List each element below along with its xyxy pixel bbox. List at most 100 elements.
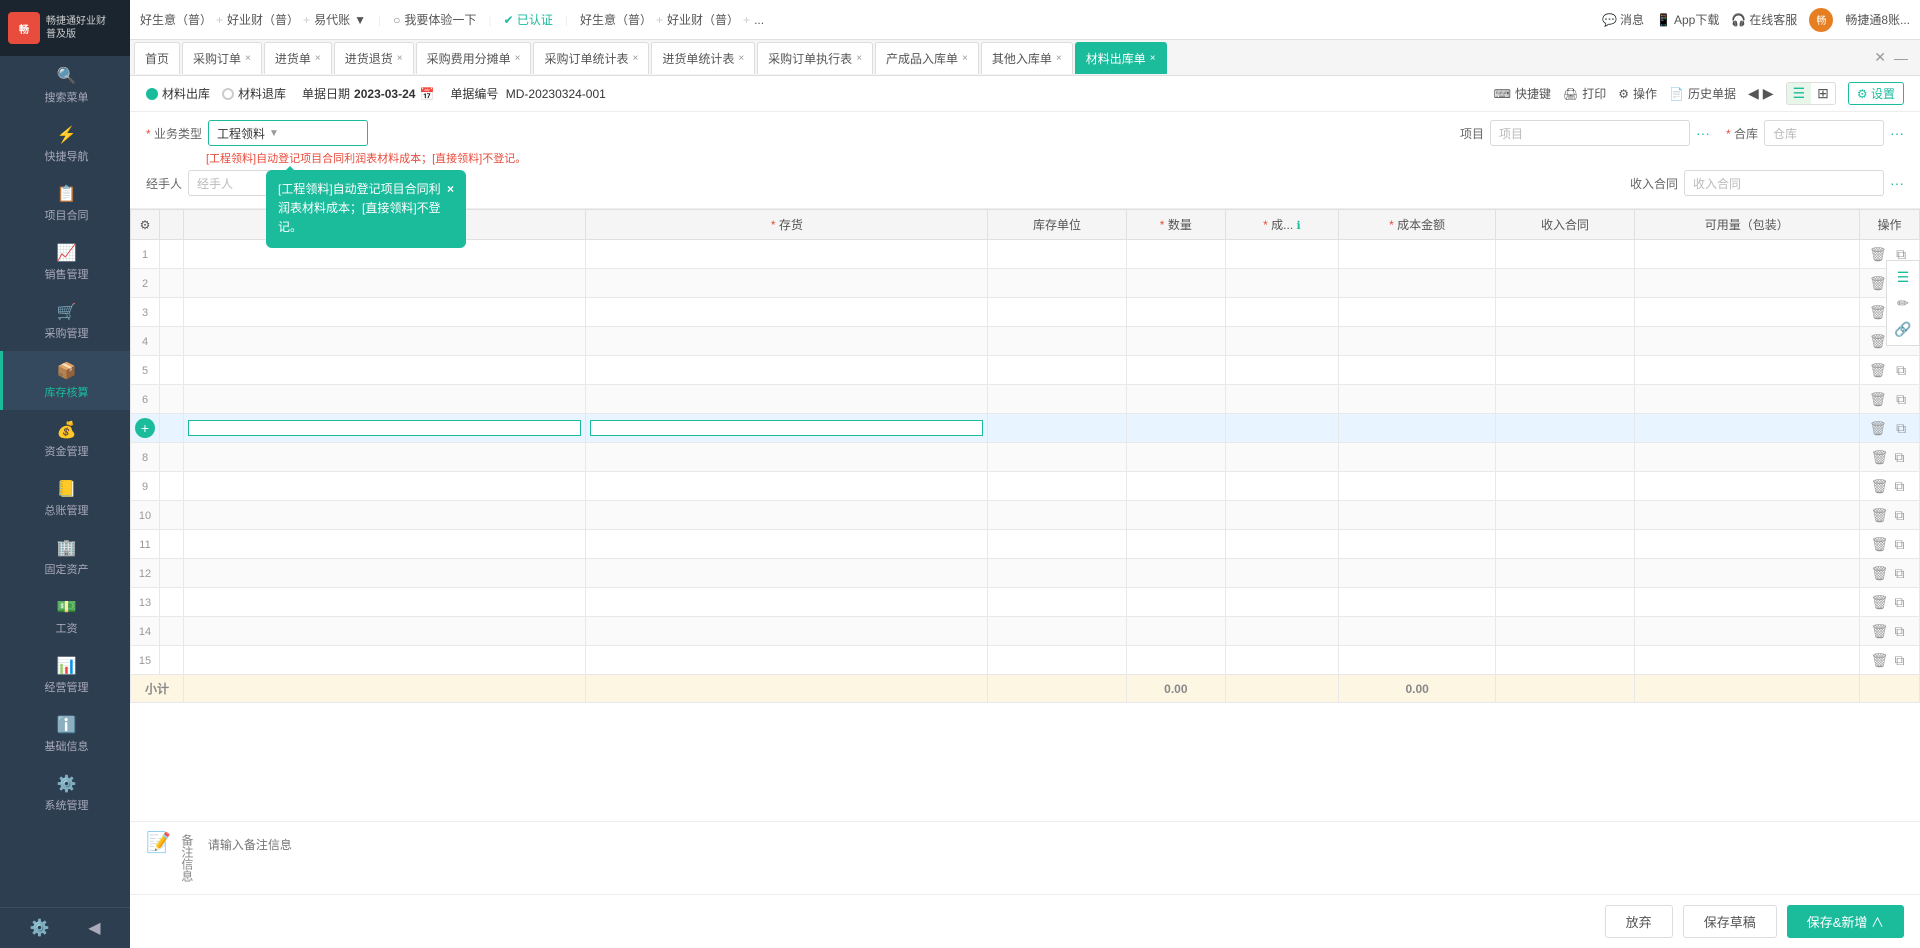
copy-icon[interactable]: ⧉ xyxy=(1890,621,1910,641)
next-arrow[interactable]: ▶ xyxy=(1763,85,1774,102)
topbar-experience[interactable]: 我要体验一下 xyxy=(404,11,476,28)
message-btn[interactable]: 💬 消息 xyxy=(1602,11,1644,28)
grid-view-btn[interactable]: ⊞ xyxy=(1811,83,1835,104)
tab-purchase-order[interactable]: 采购订单 × xyxy=(182,42,262,74)
copy-icon[interactable]: ⧉ xyxy=(1890,447,1910,467)
delete-icon[interactable]: 🗑 xyxy=(1868,331,1888,351)
delete-icon[interactable]: 🗑 xyxy=(1870,592,1890,612)
warehouse-dots-btn[interactable]: ··· xyxy=(1890,125,1904,141)
sidebar-item-basic[interactable]: ℹ️ 基础信息 xyxy=(0,705,130,764)
delete-icon[interactable]: 🗑 xyxy=(1870,563,1890,583)
sidebar-item-salary[interactable]: 💵 工资 xyxy=(0,587,130,646)
copy-icon[interactable]: ⧉ xyxy=(1890,563,1910,583)
minimize-icon[interactable]: — xyxy=(1894,50,1908,66)
delete-icon[interactable]: 🗑 xyxy=(1868,360,1888,380)
tab-purchase-stat[interactable]: 采购订单统计表 × xyxy=(533,42,649,74)
sidebar-item-assets[interactable]: 🏢 固定资产 xyxy=(0,528,130,587)
sidebar-item-sales[interactable]: 📈 销售管理 xyxy=(0,233,130,292)
row-project-input[interactable] xyxy=(188,420,581,436)
row-goods-input[interactable] xyxy=(590,420,983,436)
save-new-button[interactable]: 保存&新增 ∧ xyxy=(1787,905,1904,938)
copy-icon[interactable]: ⧉ xyxy=(1890,592,1910,612)
right-icon-3[interactable]: 🔗 xyxy=(1891,317,1915,341)
right-icon-2[interactable]: ✏ xyxy=(1891,291,1915,315)
close-icon[interactable]: × xyxy=(515,53,521,64)
copy-icon[interactable]: ⧉ xyxy=(1890,534,1910,554)
sidebar-item-search[interactable]: 🔍 搜索菜单 xyxy=(0,56,130,115)
delete-icon[interactable]: 🗑 xyxy=(1868,273,1888,293)
copy-icon[interactable]: ⧉ xyxy=(1891,360,1911,380)
topbar-link-finance[interactable]: 好业财（普） xyxy=(227,11,299,28)
delete-icon[interactable]: 🗑 xyxy=(1870,621,1890,641)
topbar-link-more[interactable]: ... xyxy=(754,13,764,27)
close-icon[interactable]: × xyxy=(632,53,638,64)
print-btn[interactable]: 🖨 打印 xyxy=(1563,85,1606,102)
calendar-icon[interactable]: 📅 xyxy=(419,87,434,101)
avatar[interactable]: 畅 xyxy=(1809,8,1833,32)
close-icon[interactable]: × xyxy=(738,53,744,64)
delete-icon[interactable]: 🗑 xyxy=(1868,389,1888,409)
tab-other-in[interactable]: 其他入库单 × xyxy=(981,42,1073,74)
business-type-input[interactable]: 工程领料 ▼ xyxy=(208,120,368,146)
sidebar-item-system[interactable]: ⚙️ 系统管理 xyxy=(0,764,130,823)
copy-icon[interactable]: ⧉ xyxy=(1890,505,1910,525)
close-icon[interactable]: × xyxy=(856,53,862,64)
right-icon-1[interactable]: ☰ xyxy=(1891,265,1915,289)
notes-input[interactable] xyxy=(204,830,1904,860)
sidebar-item-inventory[interactable]: 📦 库存核算 xyxy=(0,351,130,410)
topbar-link-finance2[interactable]: 好业财（普） xyxy=(667,11,739,28)
delete-icon[interactable]: 🗑 xyxy=(1868,302,1888,322)
copy-icon[interactable]: ⧉ xyxy=(1891,389,1911,409)
copy-icon[interactable]: ⧉ xyxy=(1890,650,1910,670)
settings-icon[interactable]: ⚙️ xyxy=(29,918,49,938)
delete-icon[interactable]: 🗑 xyxy=(1868,418,1888,438)
delete-icon[interactable]: 🗑 xyxy=(1868,244,1888,264)
sidebar-item-management[interactable]: 📊 经营管理 xyxy=(0,646,130,705)
sidebar-item-quick[interactable]: ⚡ 快捷导航 xyxy=(0,115,130,174)
add-row-btn[interactable]: + xyxy=(135,418,155,438)
income-contract-input[interactable]: 收入合同 xyxy=(1684,170,1884,196)
tab-material-out[interactable]: 材料出库单 × xyxy=(1075,42,1167,74)
save-draft-button[interactable]: 保存草稿 xyxy=(1683,905,1777,938)
tab-home[interactable]: 首页 xyxy=(134,42,180,74)
delete-icon[interactable]: 🗑 xyxy=(1870,447,1890,467)
topbar-link-agent[interactable]: 易代账 xyxy=(314,11,350,28)
shortcut-btn[interactable]: ⌨ 快捷键 xyxy=(1494,85,1551,102)
tab-goods-stat[interactable]: 进货单统计表 × xyxy=(651,42,755,74)
copy-icon[interactable]: ⧉ xyxy=(1890,476,1910,496)
col-settings-header[interactable]: ⚙ xyxy=(131,210,160,240)
close-icon[interactable]: × xyxy=(962,53,968,64)
project-dots-btn[interactable]: ··· xyxy=(1696,125,1710,141)
close-icon[interactable]: × xyxy=(397,53,403,64)
topbar-dropdown[interactable]: ▼ xyxy=(354,13,366,27)
radio-material-return[interactable]: 材料退库 xyxy=(222,85,286,102)
sidebar-item-project[interactable]: 📋 项目合同 xyxy=(0,174,130,233)
page-settings-btn[interactable]: ⚙ 设置 xyxy=(1848,82,1904,105)
tab-goods-in[interactable]: 进货单 × xyxy=(264,42,332,74)
tab-purchase-exec[interactable]: 采购订单执行表 × xyxy=(757,42,873,74)
copy-icon[interactable]: ⧉ xyxy=(1891,418,1911,438)
list-view-btn[interactable]: ☰ xyxy=(1787,83,1812,104)
sidebar-item-purchase[interactable]: 🛒 采购管理 xyxy=(0,292,130,351)
delete-icon[interactable]: 🗑 xyxy=(1870,476,1890,496)
close-icon[interactable]: × xyxy=(315,53,321,64)
delete-icon[interactable]: 🗑 xyxy=(1870,534,1890,554)
app-download-btn[interactable]: 📱 App下载 xyxy=(1656,11,1719,28)
close-icon[interactable]: × xyxy=(1056,53,1062,64)
online-service-btn[interactable]: 🎧 在线客服 xyxy=(1731,11,1797,28)
tab-finished-goods[interactable]: 产成品入库单 × xyxy=(875,42,979,74)
operation-btn[interactable]: ⚙ 操作 xyxy=(1618,85,1657,102)
tab-goods-return[interactable]: 进货退货 × xyxy=(334,42,414,74)
tab-purchase-fee[interactable]: 采购费用分摊单 × xyxy=(416,42,532,74)
delete-icon[interactable]: 🗑 xyxy=(1870,505,1890,525)
sidebar-item-ledger[interactable]: 📒 总账管理 xyxy=(0,469,130,528)
close-icon[interactable]: × xyxy=(245,53,251,64)
tooltip-close-btn[interactable]: × xyxy=(447,180,454,199)
topbar-link-good2[interactable]: 好生意（普） xyxy=(580,11,652,28)
close-window-icon[interactable]: ✕ xyxy=(1874,49,1886,66)
warehouse-input[interactable]: 仓库 xyxy=(1764,120,1884,146)
topbar-link-good[interactable]: 好生意（普） xyxy=(140,11,212,28)
history-btn[interactable]: 📄 历史单据 xyxy=(1669,85,1736,102)
radio-material-out[interactable]: 材料出库 xyxy=(146,85,210,102)
project-input[interactable]: 项目 xyxy=(1490,120,1690,146)
